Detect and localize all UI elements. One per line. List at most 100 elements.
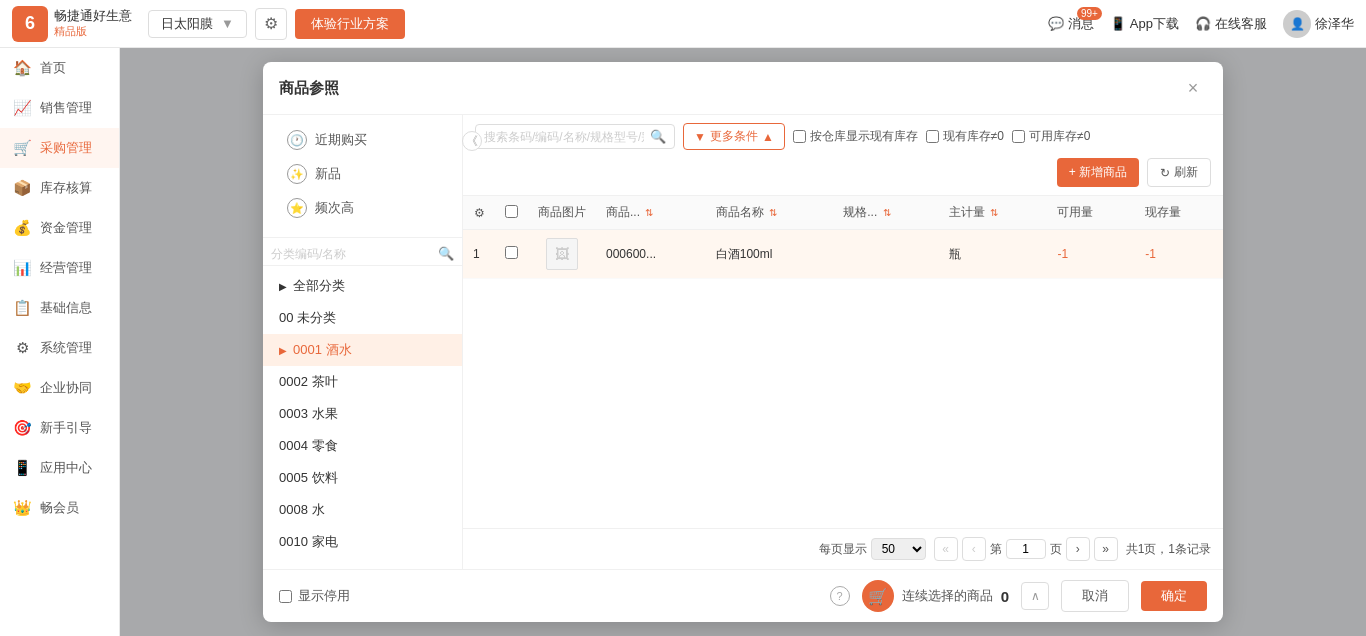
avatar: 👤 <box>1283 10 1311 38</box>
table-body: 1 🖼 <box>463 230 1223 279</box>
show-disabled-label[interactable]: 显示停用 <box>279 587 350 605</box>
finance-icon: 💰 <box>12 218 32 238</box>
app-download-item[interactable]: 📱 App下载 <box>1110 15 1179 33</box>
sidebar-item-sales[interactable]: 📈 销售管理 <box>0 88 119 128</box>
show-disabled-checkbox[interactable] <box>279 590 292 603</box>
recent-icon: 🕐 <box>287 130 307 150</box>
cancel-btn[interactable]: 取消 <box>1061 580 1129 612</box>
collapse-icon: ∧ <box>1031 589 1040 603</box>
message-icon: 💬 <box>1048 16 1064 31</box>
message-item[interactable]: 💬 消息 99+ <box>1048 15 1094 33</box>
user-area[interactable]: 👤 徐泽华 <box>1283 10 1354 38</box>
check-available-nonzero[interactable]: 可用库存≠0 <box>1012 128 1090 145</box>
logo-icon: 6 <box>12 6 48 42</box>
more-filter-btn[interactable]: ▼ 更多条件 ▲ <box>683 123 785 150</box>
cat-drink[interactable]: 0005 饮料 <box>263 462 462 494</box>
check-available-input[interactable] <box>1012 130 1025 143</box>
sidebar-item-collab[interactable]: 🤝 企业协同 <box>0 368 119 408</box>
collapse-icon: 《 <box>462 131 482 151</box>
row-checkbox[interactable] <box>505 246 518 259</box>
col-name[interactable]: 商品名称 ⇅ <box>706 196 833 230</box>
product-search-input[interactable] <box>484 130 644 144</box>
check-nonzero-stock[interactable]: 现有库存≠0 <box>926 128 1004 145</box>
sidebar-item-basic[interactable]: 📋 基础信息 <box>0 288 119 328</box>
pagination-summary: 共1页，1条记录 <box>1126 541 1211 558</box>
product-search-box: 🔍 <box>475 124 675 149</box>
confirm-btn[interactable]: 确定 <box>1141 581 1207 611</box>
purchase-icon: 🛒 <box>12 138 32 158</box>
footer-right: ? 🛒 连续选择的商品 0 ∧ 取消 确定 <box>830 580 1207 612</box>
add-product-btn[interactable]: + 新增商品 <box>1057 158 1139 187</box>
gear-icon: ⚙ <box>264 14 278 33</box>
col-settings[interactable]: ⚙ <box>463 196 495 230</box>
sidebar-item-finance[interactable]: 💰 资金管理 <box>0 208 119 248</box>
service-item[interactable]: 🎧 在线客服 <box>1195 15 1267 33</box>
sidebar-item-inventory[interactable]: 📦 库存核算 <box>0 168 119 208</box>
first-page-btn[interactable]: « <box>934 537 958 561</box>
frequent-icon: ⭐ <box>287 198 307 218</box>
next-page-btn[interactable]: › <box>1066 537 1090 561</box>
search-icon[interactable]: 🔍 <box>438 246 454 261</box>
sidebar-item-operations[interactable]: 📊 经营管理 <box>0 248 119 288</box>
cat-uncategorized[interactable]: 00 未分类 <box>263 302 462 334</box>
col-code[interactable]: 商品... ⇅ <box>596 196 706 230</box>
check-nonzero-input[interactable] <box>926 130 939 143</box>
category-search-input[interactable] <box>271 247 438 261</box>
page-input[interactable] <box>1006 539 1046 559</box>
sidebar-item-apps[interactable]: 📱 应用中心 <box>0 448 119 488</box>
col-unit[interactable]: 主计量 ⇅ <box>939 196 1048 230</box>
cat-tea[interactable]: 0002 茶叶 <box>263 366 462 398</box>
show-disabled-text: 显示停用 <box>298 587 350 605</box>
check-warehouse-stock[interactable]: 按仓库显示现有库存 <box>793 128 918 145</box>
modal-close-btn[interactable]: × <box>1179 74 1207 102</box>
sidebar-item-member[interactable]: 👑 畅会员 <box>0 488 119 528</box>
sidebar-item-home[interactable]: 🏠 首页 <box>0 48 119 88</box>
cat-alcohol[interactable]: ▶ 0001 酒水 <box>263 334 462 366</box>
cell-code: 000600... <box>596 230 706 279</box>
cart-area: 🛒 连续选择的商品 0 <box>862 580 1009 612</box>
dropdown-arrow-icon: ▼ <box>221 16 234 31</box>
col-available: 可用量 <box>1047 196 1135 230</box>
sort-icon: ⇅ <box>769 207 777 218</box>
quick-frequent-label: 频次高 <box>315 199 354 217</box>
col-spec[interactable]: 规格... ⇅ <box>833 196 939 230</box>
collapse-btn[interactable]: ∧ <box>1021 582 1049 610</box>
page-size-select[interactable]: 20 50 100 <box>871 538 926 560</box>
quick-new[interactable]: ✨ 新品 <box>271 157 454 191</box>
store-dropdown[interactable]: 日太阳膜 ▼ <box>148 10 247 38</box>
table-row[interactable]: 1 🖼 <box>463 230 1223 279</box>
cat-label: 0008 水 <box>279 501 325 519</box>
cat-label: 0003 水果 <box>279 405 338 423</box>
settings-btn[interactable]: ⚙ <box>255 8 287 40</box>
table-pagination: 每页显示 20 50 100 « ‹ 第 <box>463 528 1223 569</box>
help-icon[interactable]: ? <box>830 586 850 606</box>
cat-appliance[interactable]: 0010 家电 <box>263 526 462 558</box>
cart-btn[interactable]: 🛒 <box>862 580 894 612</box>
trial-btn[interactable]: 体验行业方案 <box>295 9 405 39</box>
cell-img: 🖼 <box>528 230 596 279</box>
apps-icon: 📱 <box>12 458 32 478</box>
refresh-btn[interactable]: ↻ 刷新 <box>1147 158 1211 187</box>
sidebar-item-system[interactable]: ⚙ 系统管理 <box>0 328 119 368</box>
check-warehouse-input[interactable] <box>793 130 806 143</box>
cell-checkbox[interactable] <box>495 230 528 279</box>
sidebar-item-purchase[interactable]: 🛒 采购管理 <box>0 128 119 168</box>
select-all-checkbox[interactable] <box>505 205 518 218</box>
cat-water[interactable]: 0008 水 <box>263 494 462 526</box>
cat-snack[interactable]: 0004 零食 <box>263 430 462 462</box>
last-page-btn[interactable]: » <box>1094 537 1118 561</box>
refresh-label: 刷新 <box>1174 164 1198 181</box>
quick-recent[interactable]: 🕐 近期购买 <box>271 123 454 157</box>
search-icon[interactable]: 🔍 <box>650 129 666 144</box>
quick-recent-label: 近期购买 <box>315 131 367 149</box>
page-size-selector: 每页显示 20 50 100 <box>819 538 926 560</box>
quick-frequent[interactable]: ⭐ 频次高 <box>271 191 454 225</box>
page-nav: « ‹ 第 页 › » <box>934 537 1118 561</box>
cat-label: 0001 酒水 <box>293 341 352 359</box>
cat-label: 0002 茶叶 <box>279 373 338 391</box>
prev-page-btn[interactable]: ‹ <box>962 537 986 561</box>
sidebar-item-guide[interactable]: 🎯 新手引导 <box>0 408 119 448</box>
cat-fruit[interactable]: 0003 水果 <box>263 398 462 430</box>
cat-arrow-icon: ▶ <box>279 281 287 292</box>
cat-all[interactable]: ▶ 全部分类 <box>263 270 462 302</box>
